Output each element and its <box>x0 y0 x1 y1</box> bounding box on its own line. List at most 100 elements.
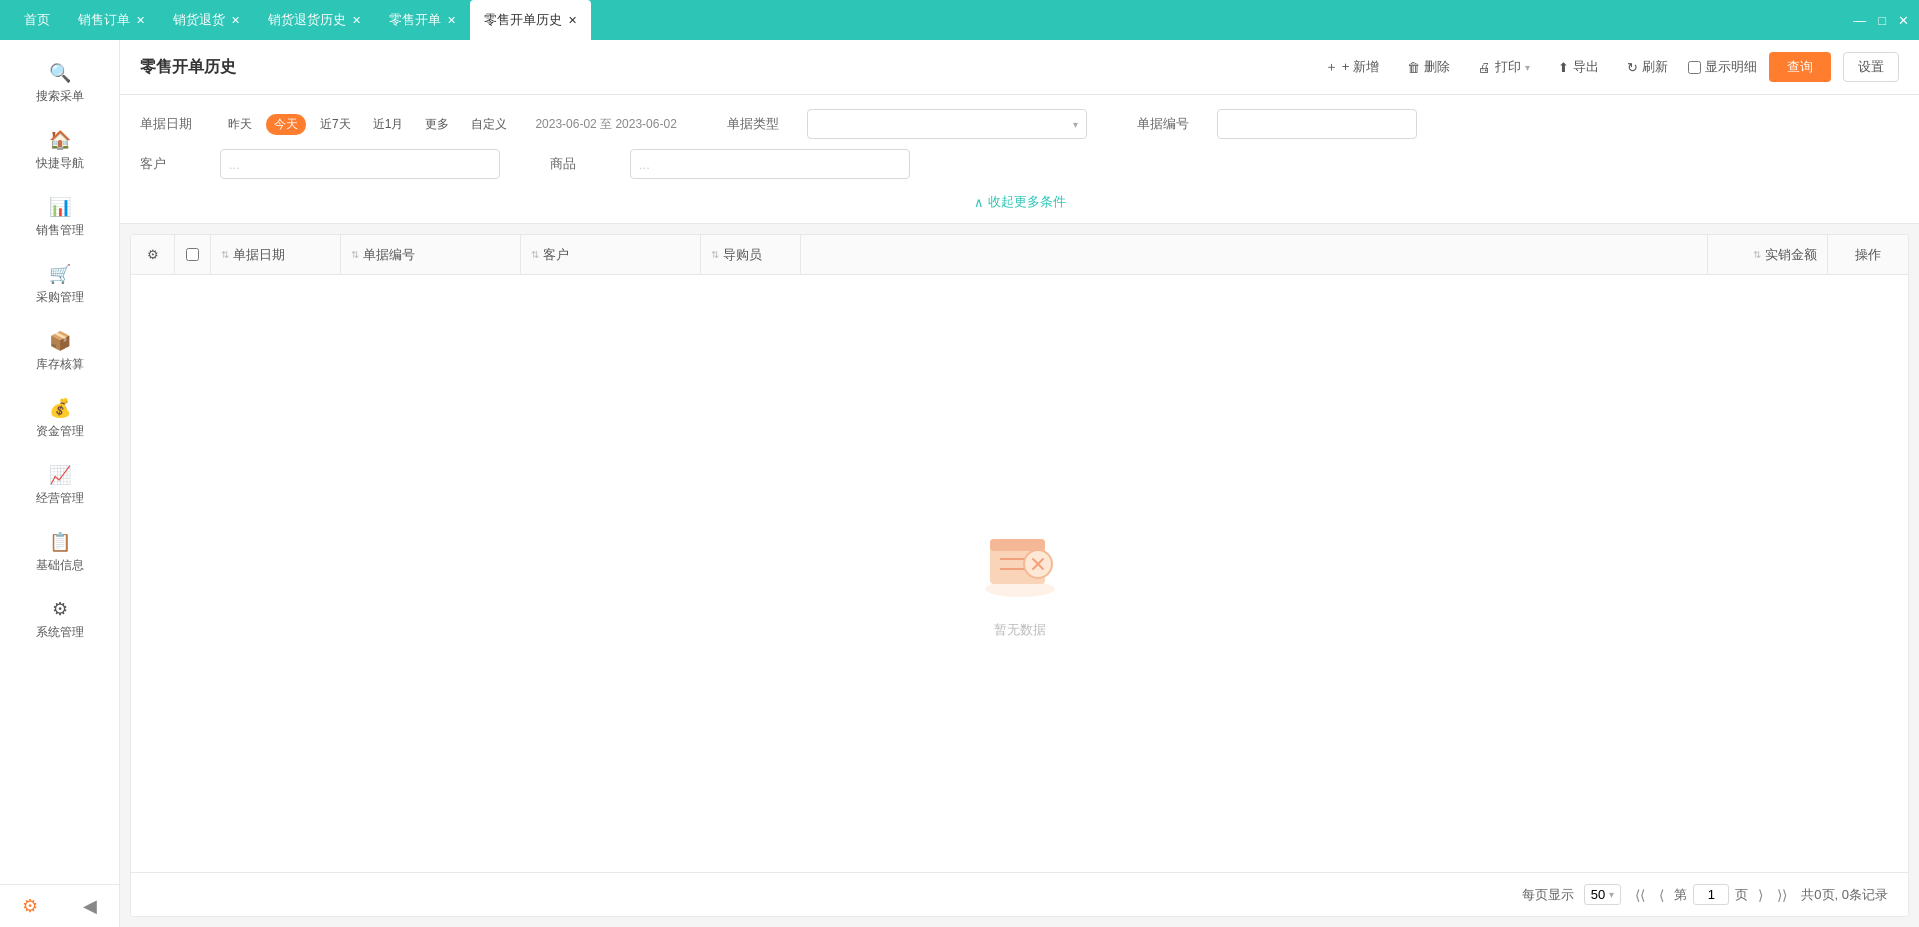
date-opt-1month[interactable]: 近1月 <box>365 114 412 135</box>
sort-amount-icon: ⇅ <box>1753 250 1761 260</box>
tab-retail-open-history[interactable]: 零售开单历史 ✕ <box>470 0 591 40</box>
sort-guide-icon: ⇅ <box>711 250 719 260</box>
close-tab-sales-order[interactable]: ✕ <box>136 14 145 27</box>
sort-order-no-icon: ⇅ <box>351 250 359 260</box>
th-guide[interactable]: ⇅ 导购员 <box>701 235 801 274</box>
th-spacer <box>801 235 1708 274</box>
date-opt-more[interactable]: 更多 <box>417 114 457 135</box>
customer-input[interactable]: ... <box>220 149 500 179</box>
refresh-button[interactable]: ↻ 刷新 <box>1619 54 1676 80</box>
sidebar-item-purchase[interactable]: 🛒 采购管理 <box>0 251 119 318</box>
sidebar-bottom: ⚙ ◀ <box>0 884 119 927</box>
export-button[interactable]: ⬆ 导出 <box>1550 54 1607 80</box>
export-icon: ⬆ <box>1558 60 1569 75</box>
add-icon: ＋ <box>1325 58 1338 76</box>
first-page-btn[interactable]: ⟨⟨ <box>1631 885 1649 905</box>
th-checkbox[interactable] <box>175 235 211 274</box>
date-opt-today[interactable]: 今天 <box>266 114 306 135</box>
sidebar-item-quick-nav[interactable]: 🏠 快捷导航 <box>0 117 119 184</box>
table-header: ⚙ ⇅ 单据日期 ⇅ 单据编号 ⇅ 客户 ⇅ <box>131 235 1908 275</box>
tab-home[interactable]: 首页 <box>10 0 64 40</box>
gear-icon: ⚙ <box>147 247 159 262</box>
total-info: 共0页, 0条记录 <box>1801 886 1888 904</box>
th-amount[interactable]: ⇅ 实销金额 <box>1708 235 1828 274</box>
print-button[interactable]: 🖨 打印 ▾ <box>1470 54 1538 80</box>
per-page-label: 每页显示 <box>1522 886 1574 904</box>
date-opt-yesterday[interactable]: 昨天 <box>220 114 260 135</box>
per-page-value: 50 <box>1591 887 1605 902</box>
delete-button[interactable]: 🗑 删除 <box>1399 54 1458 80</box>
page-title: 零售开单历史 <box>140 57 236 78</box>
tab-sales-order[interactable]: 销售订单 ✕ <box>64 0 159 40</box>
window-controls: — □ ✕ <box>1853 13 1909 28</box>
date-opt-7days[interactable]: 近7天 <box>312 114 359 135</box>
sidebar-settings-btn[interactable]: ⚙ <box>22 895 38 917</box>
goods-label: 商品 <box>550 155 610 173</box>
settings-button[interactable]: 设置 <box>1843 52 1899 82</box>
close-tab-sales-return[interactable]: ✕ <box>231 14 240 27</box>
system-icon: ⚙ <box>52 598 68 620</box>
add-button[interactable]: ＋ + 新增 <box>1317 54 1387 80</box>
th-op: 操作 <box>1828 235 1908 274</box>
maximize-btn[interactable]: □ <box>1878 13 1886 28</box>
empty-state: 暂无数据 <box>131 275 1908 872</box>
window-close-btn[interactable]: ✕ <box>1898 13 1909 28</box>
sidebar-item-system[interactable]: ⚙ 系统管理 <box>0 586 119 653</box>
collapse-row: ∧ 收起更多条件 <box>140 189 1899 215</box>
tab-sales-return[interactable]: 销货退货 ✕ <box>159 0 254 40</box>
order-no-label: 单据编号 <box>1137 115 1197 133</box>
page-nav: ⟨⟨ ⟨ 第 页 ⟩ ⟩⟩ <box>1631 884 1791 905</box>
operation-icon: 📈 <box>49 464 71 486</box>
next-page-btn[interactable]: ⟩ <box>1754 885 1767 905</box>
customer-label: 客户 <box>140 155 200 173</box>
sidebar-item-inventory[interactable]: 📦 库存核算 <box>0 318 119 385</box>
sales-icon: 📊 <box>49 196 71 218</box>
main-layout: 🔍 搜索采单 🏠 快捷导航 📊 销售管理 🛒 采购管理 📦 库存核算 💰 资金管… <box>0 40 1919 927</box>
th-date[interactable]: ⇅ 单据日期 <box>211 235 341 274</box>
last-page-btn[interactable]: ⟩⟩ <box>1773 885 1791 905</box>
table-area: ⚙ ⇅ 单据日期 ⇅ 单据编号 ⇅ 客户 ⇅ <box>130 234 1909 917</box>
purchase-icon: 🛒 <box>49 263 71 285</box>
close-tab-retail-open[interactable]: ✕ <box>447 14 456 27</box>
base-info-icon: 📋 <box>49 531 71 553</box>
date-opt-custom[interactable]: 自定义 <box>463 114 515 135</box>
print-icon: 🖨 <box>1478 60 1491 75</box>
th-gear[interactable]: ⚙ <box>131 235 175 274</box>
empty-illustration <box>970 509 1070 609</box>
tab-sales-return-history[interactable]: 销货退货历史 ✕ <box>254 0 375 40</box>
prev-page-btn[interactable]: ⟨ <box>1655 885 1668 905</box>
order-type-label: 单据类型 <box>727 115 787 133</box>
close-tab-retail-open-history[interactable]: ✕ <box>568 14 577 27</box>
th-customer[interactable]: ⇅ 客户 <box>521 235 701 274</box>
filter-row-1: 单据日期 昨天 今天 近7天 近1月 更多 自定义 2023-06-02 至 2… <box>140 109 1899 139</box>
order-no-input[interactable] <box>1217 109 1417 139</box>
sort-date-icon: ⇅ <box>221 250 229 260</box>
minimize-btn[interactable]: — <box>1853 13 1866 28</box>
per-page-select[interactable]: 50 ▾ <box>1584 884 1621 905</box>
close-tab-sales-return-history[interactable]: ✕ <box>352 14 361 27</box>
goods-input[interactable]: ... <box>630 149 910 179</box>
sidebar-item-search[interactable]: 🔍 搜索采单 <box>0 50 119 117</box>
select-all-checkbox[interactable] <box>186 248 199 261</box>
collapse-button[interactable]: ∧ 收起更多条件 <box>974 193 1066 211</box>
empty-svg <box>970 509 1070 609</box>
delete-icon: 🗑 <box>1407 60 1420 75</box>
empty-text: 暂无数据 <box>994 621 1046 639</box>
date-label: 单据日期 <box>140 115 200 133</box>
date-range-text: 2023-06-02 至 2023-06-02 <box>535 116 676 133</box>
order-type-select[interactable]: ▾ <box>807 109 1087 139</box>
display-detail-input[interactable] <box>1688 61 1701 74</box>
query-button[interactable]: 查询 <box>1769 52 1831 82</box>
collapse-arrow-icon: ∧ <box>974 195 984 210</box>
refresh-icon: ↻ <box>1627 60 1638 75</box>
sidebar-collapse-btn[interactable]: ◀ <box>83 895 97 917</box>
tab-retail-open[interactable]: 零售开单 ✕ <box>375 0 470 40</box>
sidebar-item-base-info[interactable]: 📋 基础信息 <box>0 519 119 586</box>
sidebar-item-operation[interactable]: 📈 经营管理 <box>0 452 119 519</box>
display-detail-checkbox[interactable]: 显示明细 <box>1688 58 1757 76</box>
page-input[interactable] <box>1693 884 1729 905</box>
top-bar: 首页 销售订单 ✕ 销货退货 ✕ 销货退货历史 ✕ 零售开单 ✕ 零售开单历史 … <box>0 0 1919 40</box>
sidebar-item-finance[interactable]: 💰 资金管理 <box>0 385 119 452</box>
sidebar-item-sales[interactable]: 📊 销售管理 <box>0 184 119 251</box>
th-order-no[interactable]: ⇅ 单据编号 <box>341 235 521 274</box>
